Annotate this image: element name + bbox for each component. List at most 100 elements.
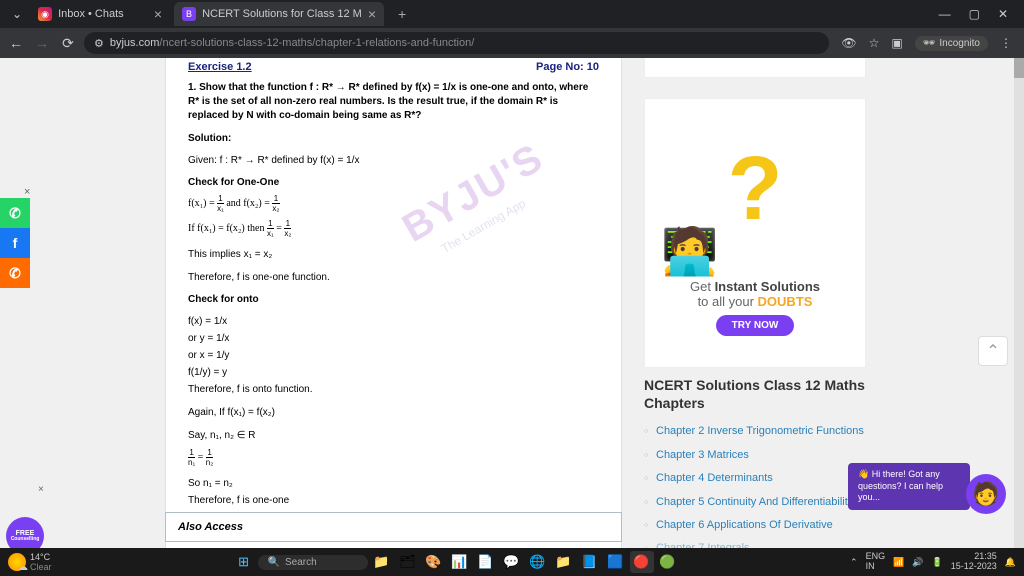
tab-label: Inbox • Chats bbox=[58, 8, 124, 20]
chapter-link[interactable]: Chapter 2 Inverse Trigonometric Function… bbox=[644, 420, 866, 443]
minimize-button[interactable]: — bbox=[939, 7, 951, 21]
promo-line-2: to all your DOUBTS bbox=[645, 294, 865, 309]
tab-inbox[interactable]: ◉ Inbox • Chats × bbox=[30, 2, 170, 26]
given-text: Given: f : R* → R* defined by f(x) = 1/x bbox=[188, 154, 599, 167]
task-icon[interactable]: 📄 bbox=[474, 551, 498, 573]
clock[interactable]: 21:35 15-12-2023 bbox=[951, 552, 997, 572]
close-icon[interactable]: × bbox=[154, 6, 162, 22]
task-icon[interactable]: 📘 bbox=[578, 551, 602, 573]
site-settings-icon[interactable]: ⚙ bbox=[94, 37, 104, 50]
page-content: BYJU'S The Learning App Exercise 1.2 Pag… bbox=[0, 58, 1024, 548]
browser-titlebar: ⌄ ◉ Inbox • Chats × B NCERT Solutions fo… bbox=[0, 0, 1024, 28]
task-icon[interactable]: 🌐 bbox=[526, 551, 550, 573]
promo-strip[interactable] bbox=[644, 58, 866, 78]
menu-icon[interactable]: ⋮ bbox=[1000, 36, 1012, 50]
promo-card[interactable]: 🧑‍💻 ? Get Instant Solutions to all your … bbox=[644, 98, 866, 368]
therefore-so: Therefore, f is one-one bbox=[188, 494, 599, 507]
chevron-up-icon[interactable]: ⌃ bbox=[850, 557, 858, 568]
chrome-icon[interactable]: 🔴 bbox=[630, 551, 654, 573]
math-line-3: 1n₁ = 1n₂ bbox=[188, 448, 599, 467]
implies-text: This implies x₁ = x₂ bbox=[188, 248, 599, 261]
url-path: /ncert-solutions-class-12-maths/chapter-… bbox=[159, 37, 474, 49]
close-icon[interactable]: × bbox=[38, 484, 44, 495]
url-input[interactable]: ⚙ byjus.com/ncert-solutions-class-12-mat… bbox=[84, 32, 829, 54]
task-icon[interactable]: 🟦 bbox=[604, 551, 628, 573]
close-icon[interactable]: × bbox=[368, 6, 376, 22]
incognito-badge: 🕶 Incognito bbox=[915, 36, 988, 51]
whatsapp-button[interactable]: ✆ bbox=[0, 198, 30, 228]
task-icon[interactable]: 🗂 bbox=[396, 551, 420, 573]
maximize-button[interactable]: ▢ bbox=[969, 7, 980, 21]
byjus-icon: B bbox=[182, 7, 196, 21]
math-line-1: f(x₁) = 1x₁ and f(x₂) = 1x₂ bbox=[188, 194, 599, 213]
question-text: 1. Show that the function f : R* → R* de… bbox=[188, 81, 599, 123]
again-text: Again, If f(x₁) = f(x₂) bbox=[188, 406, 599, 419]
onto-3: or x = 1/y bbox=[188, 349, 599, 362]
chapter-link[interactable]: Chapter 4 Determinants bbox=[644, 467, 866, 490]
scrollbar[interactable] bbox=[1014, 58, 1024, 548]
solution-label: Solution: bbox=[188, 133, 599, 144]
social-sidebar: × ✆ f ✆ bbox=[0, 198, 30, 288]
instagram-icon: ◉ bbox=[38, 7, 52, 21]
eye-off-icon[interactable]: 👁 bbox=[841, 36, 856, 50]
chapter-link[interactable]: Chapter 7 Integrals bbox=[644, 537, 866, 548]
chat-avatar[interactable]: 🧑 bbox=[966, 474, 1006, 514]
taskbar: 14°C Clear ⊞ 🔍 Search 📁 🗂 🎨 📊 📄 💬 🌐 📁 📘 … bbox=[0, 548, 1024, 576]
forward-button[interactable]: → bbox=[32, 35, 52, 51]
weather-cond: Clear bbox=[30, 562, 52, 572]
spotify-icon[interactable]: 🟢 bbox=[656, 551, 680, 573]
weather-icon bbox=[8, 553, 26, 571]
article-card: BYJU'S The Learning App Exercise 1.2 Pag… bbox=[165, 58, 622, 548]
reload-button[interactable]: ⟳ bbox=[58, 35, 78, 52]
volume-icon[interactable]: 🔊 bbox=[912, 557, 923, 568]
tab-dropdown[interactable]: ⌄ bbox=[4, 7, 30, 21]
free-counselling-badge[interactable]: FREE Counselling bbox=[6, 517, 44, 548]
phone-button[interactable]: ✆ bbox=[0, 258, 30, 288]
also-access-card[interactable]: Also Access bbox=[165, 512, 622, 542]
close-window-button[interactable]: ✕ bbox=[998, 7, 1008, 21]
task-icon[interactable]: 💬 bbox=[500, 551, 524, 573]
system-tray[interactable]: ⌃ ENGIN 📶 🔊 🔋 21:35 15-12-2023 🔔 bbox=[850, 552, 1016, 572]
check-one-one: Check for One-One bbox=[188, 177, 599, 188]
onto-5: Therefore, f is onto function. bbox=[188, 383, 599, 396]
tab-label: NCERT Solutions for Class 12 M bbox=[202, 8, 362, 20]
facebook-button[interactable]: f bbox=[0, 228, 30, 258]
new-tab-button[interactable]: + bbox=[388, 6, 416, 22]
reader-icon[interactable]: ▣ bbox=[891, 36, 902, 50]
task-icon[interactable]: 🎨 bbox=[422, 551, 446, 573]
weather-temp: 14°C bbox=[30, 552, 52, 562]
promo-line-1: Get Instant Solutions bbox=[645, 279, 865, 294]
math-line-2: If f(x₁) = f(x₂) then 1x₁ = 1x₂ bbox=[188, 219, 599, 238]
chapter-link[interactable]: Chapter 6 Applications Of Derivative bbox=[644, 514, 866, 537]
tab-ncert[interactable]: B NCERT Solutions for Class 12 M × bbox=[174, 2, 384, 26]
url-host: byjus.com bbox=[110, 37, 160, 49]
page-number: Page No: 10 bbox=[536, 61, 599, 73]
notification-icon[interactable]: 🔔 bbox=[1005, 557, 1016, 568]
therefore-one: Therefore, f is one-one function. bbox=[188, 271, 599, 284]
try-now-button[interactable]: TRY NOW bbox=[716, 315, 795, 336]
chat-bubble[interactable]: Hi there! Got any questions? I can help … bbox=[848, 463, 970, 510]
onto-1: f(x) = 1/x bbox=[188, 315, 599, 328]
chapter-link[interactable]: Chapter 5 Continuity And Differentiabili… bbox=[644, 491, 866, 514]
close-icon[interactable]: × bbox=[24, 186, 30, 198]
task-icon[interactable]: 📁 bbox=[370, 551, 394, 573]
back-button[interactable]: ← bbox=[6, 35, 26, 51]
task-icon[interactable]: 📁 bbox=[552, 551, 576, 573]
say-text: Say, n₁, n₂ ∈ R bbox=[188, 429, 599, 442]
start-button[interactable]: ⊞ bbox=[232, 551, 256, 573]
check-onto: Check for onto bbox=[188, 294, 599, 305]
bookmark-icon[interactable]: ☆ bbox=[869, 36, 880, 50]
taskbar-search[interactable]: 🔍 Search bbox=[258, 555, 368, 570]
chapter-link[interactable]: Chapter 3 Matrices bbox=[644, 444, 866, 467]
scroll-top-button[interactable]: ⌃ bbox=[978, 336, 1008, 366]
weather-widget[interactable]: 14°C Clear bbox=[8, 552, 52, 572]
so-text: So n₁ = n₂ bbox=[188, 477, 599, 490]
wifi-icon[interactable]: 📶 bbox=[893, 557, 904, 568]
battery-icon[interactable]: 🔋 bbox=[932, 557, 943, 568]
onto-4: f(1/y) = y bbox=[188, 366, 599, 379]
task-icon[interactable]: 📊 bbox=[448, 551, 472, 573]
onto-2: or y = 1/x bbox=[188, 332, 599, 345]
chapters-box: NCERT Solutions Class 12 Maths Chapters … bbox=[644, 376, 866, 548]
exercise-label: Exercise 1.2 bbox=[188, 61, 252, 73]
address-bar: ← → ⟳ ⚙ byjus.com/ncert-solutions-class-… bbox=[0, 28, 1024, 58]
